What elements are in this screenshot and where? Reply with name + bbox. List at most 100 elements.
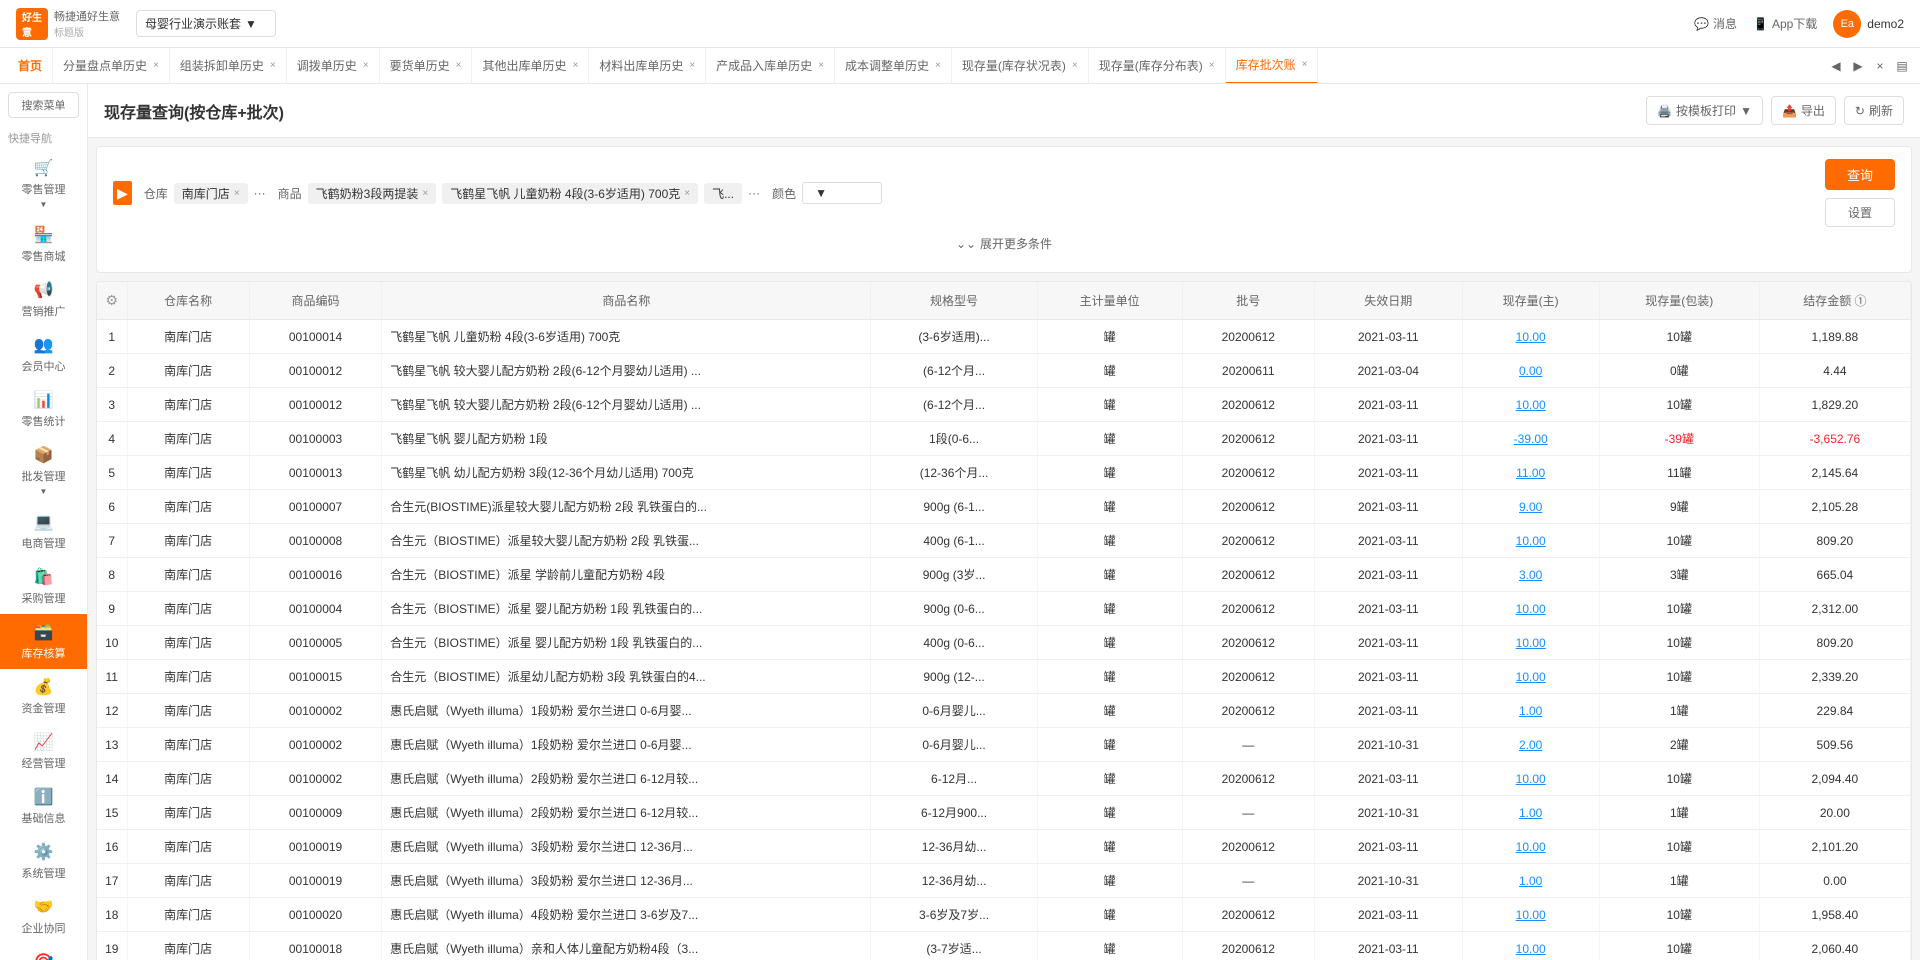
td-qty-main[interactable]: 1.00 [1462,694,1599,728]
tab-chengben[interactable]: 成本调整单历史 × [835,48,952,84]
th-amount: 结存金额 ① [1759,282,1910,320]
td-expire: 2021-10-31 [1315,796,1462,830]
tab-fenpan[interactable]: 分量盘点单历史 × [53,48,170,84]
tab-kucunpici[interactable]: 库存批次账 × [1226,48,1319,84]
td-spec: (12-36个月... [871,456,1037,490]
tab-zuzhuang[interactable]: 组装拆卸单历史 × [170,48,287,84]
close-icon[interactable]: × [1302,59,1308,70]
close-icon[interactable]: × [363,60,369,71]
sidebar-item-inventory[interactable]: 🗃️ 库存核算 [0,614,87,669]
td-batch: — [1182,728,1314,762]
refresh-btn[interactable]: ↻ 刷新 [1844,96,1904,125]
close-icon[interactable]: × [456,60,462,71]
sidebar-item-basics[interactable]: ℹ️ 基础信息 [0,779,87,834]
page-header: 现存量查询(按仓库+批次) 🖨️ 按模板打印 ▼ 📤 导出 ↻ 刷新 [88,84,1920,138]
tab-close-arrow[interactable]: × [1870,56,1890,76]
td-qty-main[interactable]: 10.00 [1462,388,1599,422]
sidebar-nav-label: 快捷导航 [0,126,87,150]
td-spec: 12-36月幼... [871,864,1037,898]
sidebar-item-finance[interactable]: 💰 资金管理 [0,669,87,724]
td-qty-main[interactable]: 0.00 [1462,354,1599,388]
td-name: 惠氏启赋（Wyeth illuma）1段奶粉 爱尔兰进口 0-6月婴... [382,728,871,762]
tag-close-icon[interactable]: × [422,188,428,199]
td-qty-main[interactable]: 10.00 [1462,932,1599,960]
query-btn[interactable]: 查询 [1825,159,1895,190]
close-icon[interactable]: × [818,60,824,71]
warehouse-more-icon[interactable]: ··· [254,186,266,200]
tab-xiancun2[interactable]: 现存量(库存分布表) × [1089,48,1226,84]
td-qty-main[interactable]: 10.00 [1462,524,1599,558]
tag-close-icon[interactable]: × [234,188,240,199]
tab-home[interactable]: 首页 [8,48,53,84]
page-title: 现存量查询(按仓库+批次) [104,99,284,123]
td-amount: 665.04 [1759,558,1910,592]
table-row: 19 南库门店 00100018 惠氏启赋（Wyeth illuma）亲和人体儿… [97,932,1911,960]
product-more-icon[interactable]: ··· [748,186,760,200]
td-unit: 罐 [1037,626,1182,660]
td-qty-main[interactable]: 10.00 [1462,592,1599,626]
close-icon[interactable]: × [270,60,276,71]
td-qty-main[interactable]: 10.00 [1462,660,1599,694]
messages-btn[interactable]: 💬 消息 [1694,15,1737,32]
td-qty-main[interactable]: -39.00 [1462,422,1599,456]
sidebar-item-retail-mall[interactable]: 🏪 零售商城 [0,217,87,272]
search-menu-btn[interactable]: 搜索菜单 [8,92,79,118]
td-qty-main[interactable]: 1.00 [1462,796,1599,830]
close-icon[interactable]: × [1072,60,1078,71]
table-row: 7 南库门店 00100008 合生元（BIOSTIME）派星较大婴儿配方奶粉 … [97,524,1911,558]
tab-qitachu[interactable]: 其他出库单历史 × [472,48,589,84]
close-icon[interactable]: × [572,60,578,71]
td-qty-main[interactable]: 10.00 [1462,626,1599,660]
tab-yaohuo[interactable]: 要货单历史 × [380,48,473,84]
tab-diaopo[interactable]: 调拨单历史 × [287,48,380,84]
tag-close-icon[interactable]: × [684,188,690,199]
td-qty-main[interactable]: 10.00 [1462,320,1599,354]
td-qty-main[interactable]: 11.00 [1462,456,1599,490]
td-name: 合生元（BIOSTIME）派星 婴儿配方奶粉 1段 乳铁蛋白的... [382,592,871,626]
tab-cailiaochu[interactable]: 材料出库单历史 × [589,48,706,84]
sidebar-item-operations[interactable]: 📈 经营管理 [0,724,87,779]
td-qty-pkg: 10罐 [1599,388,1759,422]
td-qty-main[interactable]: 1.00 [1462,864,1599,898]
td-qty-main[interactable]: 10.00 [1462,762,1599,796]
td-qty-main[interactable]: 10.00 [1462,898,1599,932]
sidebar-item-guide[interactable]: 🎯 新手引导 [0,944,87,960]
td-no: 5 [97,456,127,490]
sidebar-item-members[interactable]: 👥 会员中心 [0,327,87,382]
app-download-btn[interactable]: 📱 App下载 [1753,15,1817,32]
sidebar-item-wholesale[interactable]: 📦 批发管理 ▼ [0,437,87,504]
tab-menu-icon[interactable]: ▤ [1892,56,1912,76]
sidebar-item-marketing[interactable]: 📢 营销推广 [0,272,87,327]
settings-btn[interactable]: 设置 [1825,198,1895,227]
td-code: 00100020 [249,898,381,932]
expand-btn[interactable]: ▶ [113,181,132,205]
td-qty-pkg: -39罐 [1599,422,1759,456]
close-icon[interactable]: × [689,60,695,71]
tab-chengpin[interactable]: 产成品入库单历史 × [706,48,835,84]
tab-right-arrow[interactable]: ▶ [1848,56,1868,76]
close-icon[interactable]: × [935,60,941,71]
tab-xiancun1[interactable]: 现存量(库存状况表) × [952,48,1089,84]
td-qty-main[interactable]: 9.00 [1462,490,1599,524]
sidebar-item-cooperation[interactable]: 🤝 企业协同 [0,889,87,944]
sidebar-item-ecommerce[interactable]: 💻 电商管理 [0,504,87,559]
sidebar-item-purchase[interactable]: 🛍️ 采购管理 [0,559,87,614]
td-qty-main[interactable]: 3.00 [1462,558,1599,592]
logo-icon: 好生意 [16,8,48,40]
export-btn[interactable]: 📤 导出 [1771,96,1836,125]
sidebar-item-retail-mgmt[interactable]: 🛒 零售管理 ▼ [0,150,87,217]
user-area[interactable]: Ea demo2 [1833,10,1904,38]
industry-select[interactable]: 母婴行业演示账套 ▼ [136,10,276,37]
close-icon[interactable]: × [153,60,159,71]
color-select[interactable]: ▼ [802,182,882,204]
table-settings-icon[interactable]: ⚙ [105,292,118,308]
close-icon[interactable]: × [1209,60,1215,71]
expand-more-btn[interactable]: ⌄⌄ 展开更多条件 [113,235,1895,252]
print-btn[interactable]: 🖨️ 按模板打印 ▼ [1646,96,1763,125]
td-warehouse: 南库门店 [127,354,249,388]
td-qty-main[interactable]: 10.00 [1462,830,1599,864]
sidebar-item-retail-stats[interactable]: 📊 零售统计 [0,382,87,437]
sidebar-item-system[interactable]: ⚙️ 系统管理 [0,834,87,889]
tab-left-arrow[interactable]: ◀ [1826,56,1846,76]
td-qty-main[interactable]: 2.00 [1462,728,1599,762]
